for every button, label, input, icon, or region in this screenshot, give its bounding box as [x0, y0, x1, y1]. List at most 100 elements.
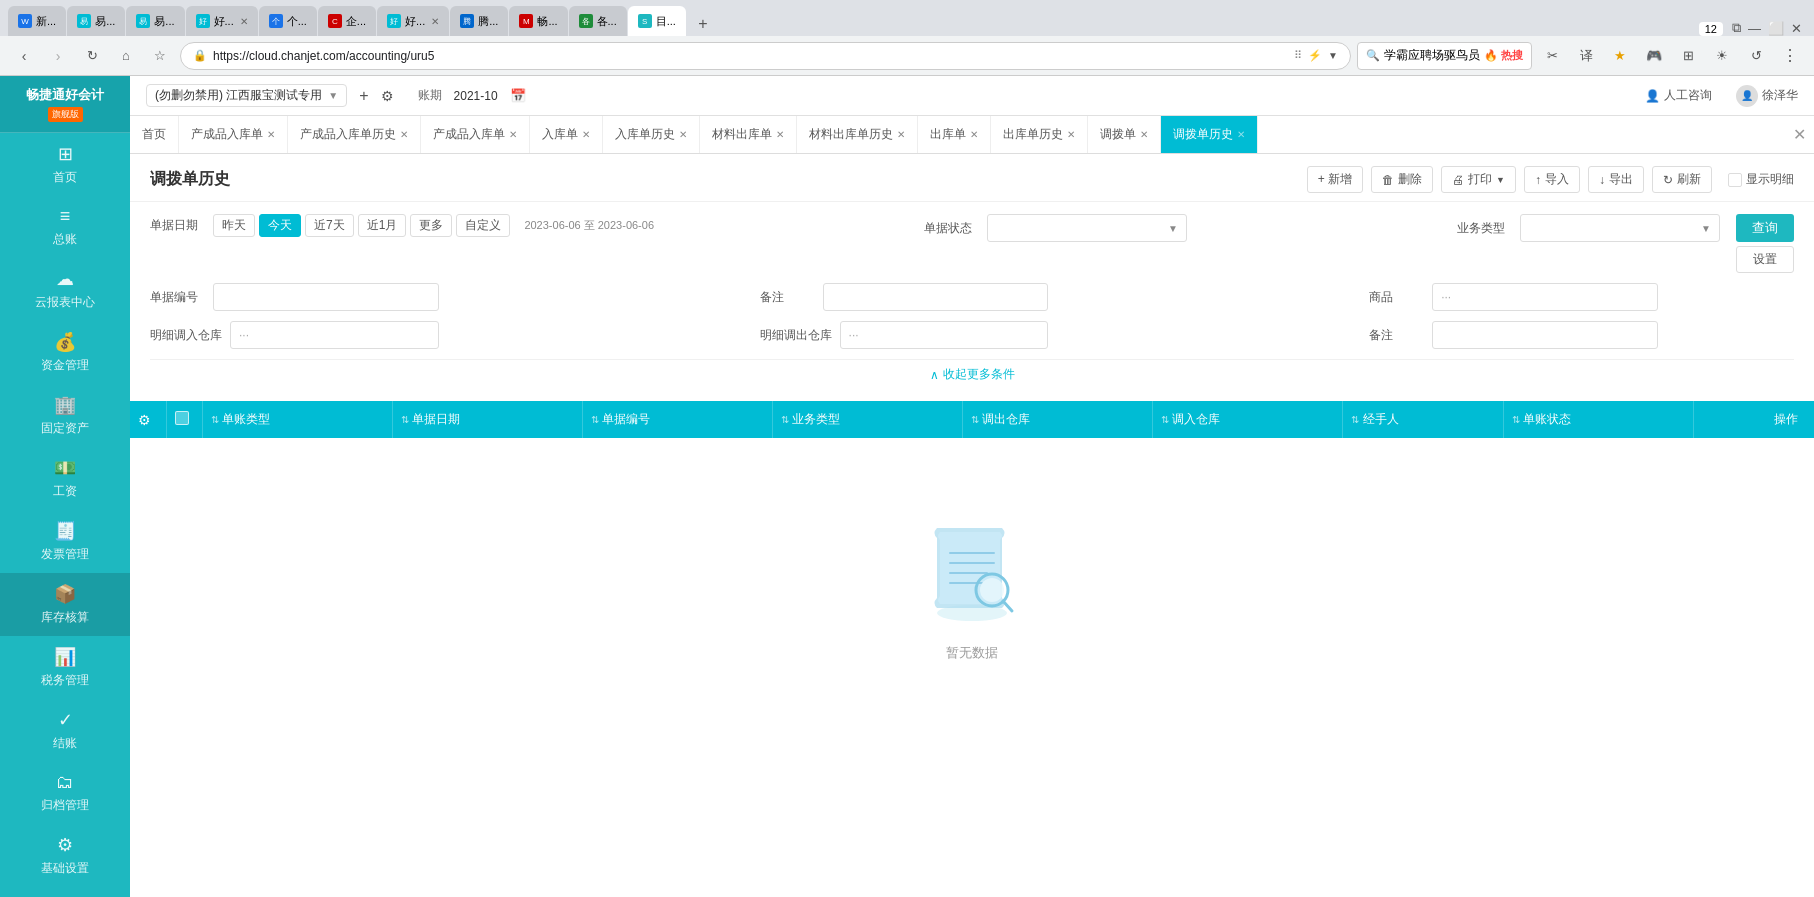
collapse-more-button[interactable]: ∧ 收起更多条件	[150, 359, 1794, 389]
browser-tab-5[interactable]: 个 个...	[259, 6, 317, 36]
tab-close-4[interactable]: ✕	[240, 16, 248, 27]
sidebar-item-payroll[interactable]: 💵 工资	[0, 447, 130, 510]
goods-select[interactable]: ···	[1432, 283, 1658, 311]
calendar-icon[interactable]: 📅	[510, 88, 526, 103]
settings-btn-filter[interactable]: 设置	[1736, 246, 1794, 273]
browser-tab-4[interactable]: 好 好... ✕	[186, 6, 258, 36]
sidebar-item-funds[interactable]: 💰 资金管理	[0, 321, 130, 384]
detail-in-select[interactable]: ···	[230, 321, 439, 349]
remark2-input[interactable]	[1432, 321, 1658, 349]
add-company-button[interactable]: +	[359, 87, 368, 105]
tab-close-product-history[interactable]: ✕	[400, 129, 408, 140]
browser-tab-3[interactable]: 易 易...	[126, 6, 184, 36]
page-tab-outbound-history[interactable]: 出库单历史 ✕	[991, 116, 1088, 154]
page-tab-inbound-history[interactable]: 入库单历史 ✕	[603, 116, 700, 154]
browser-tab-11[interactable]: S 目...	[628, 6, 686, 36]
nav-bookmark-button[interactable]: ☆	[146, 42, 174, 70]
tab-close-inbound-history[interactable]: ✕	[679, 129, 687, 140]
tab-close-product-2[interactable]: ✕	[509, 129, 517, 140]
window-restore-icon[interactable]: ⧉	[1732, 20, 1741, 36]
window-maximize-icon[interactable]: ⬜	[1768, 21, 1784, 36]
new-tab-button[interactable]: +	[691, 12, 715, 36]
extension-icon-2[interactable]: 🎮	[1640, 42, 1668, 70]
browser-tab-9[interactable]: M 畅...	[509, 6, 567, 36]
menu-icon[interactable]: ⋮	[1776, 42, 1804, 70]
th-transfer-out[interactable]: ⇅ 调出仓库	[963, 401, 1153, 438]
window-close-icon[interactable]: ✕	[1791, 21, 1802, 36]
browser-tab-2[interactable]: 易 易...	[67, 6, 125, 36]
new-button[interactable]: + 新增	[1307, 166, 1363, 193]
th-transfer-in[interactable]: ⇅ 调入仓库	[1153, 401, 1343, 438]
nav-back-button[interactable]: ‹	[10, 42, 38, 70]
translate-icon[interactable]: 译	[1572, 42, 1600, 70]
th-bill-no[interactable]: ⇅ 单据编号	[582, 401, 772, 438]
billno-input[interactable]	[213, 283, 439, 311]
browser-tab-7[interactable]: 好 好... ✕	[377, 6, 449, 36]
page-tab-transfer-history[interactable]: 调拨单历史 ✕	[1161, 116, 1258, 154]
close-all-tabs-button[interactable]: ✕	[1785, 125, 1814, 144]
tab-close-material-out-history[interactable]: ✕	[897, 129, 905, 140]
page-tab-product-inbound-history[interactable]: 产成品入库单历史 ✕	[288, 116, 421, 154]
tab-close-product-inbound[interactable]: ✕	[267, 129, 275, 140]
last1month-button[interactable]: 近1月	[358, 214, 407, 237]
sidebar-item-guide[interactable]: 🎓 新手引导	[0, 887, 130, 897]
nav-forward-button[interactable]: ›	[44, 42, 72, 70]
th-settings[interactable]: ⚙	[130, 401, 166, 438]
remark-input[interactable]	[823, 283, 1049, 311]
browser-tab-6[interactable]: C 企...	[318, 6, 376, 36]
user-avatar[interactable]: 👤 徐泽华	[1736, 85, 1798, 107]
delete-button[interactable]: 🗑 删除	[1371, 166, 1433, 193]
sidebar-item-settings[interactable]: ⚙ 基础设置	[0, 824, 130, 887]
tab-close-transfer[interactable]: ✕	[1140, 129, 1148, 140]
scissors-icon[interactable]: ✂	[1538, 42, 1566, 70]
sidebar-item-inventory[interactable]: 📦 库存核算	[0, 573, 130, 636]
tab-close-outbound-history[interactable]: ✕	[1067, 129, 1075, 140]
th-bill-status[interactable]: ⇅ 单账状态	[1503, 401, 1693, 438]
refresh-button[interactable]: ↻ 刷新	[1652, 166, 1712, 193]
nav-home-button[interactable]: ⌂	[112, 42, 140, 70]
page-tab-inbound[interactable]: 入库单 ✕	[530, 116, 603, 154]
page-tab-product-inbound[interactable]: 产成品入库单 ✕	[179, 116, 288, 154]
yesterday-button[interactable]: 昨天	[213, 214, 255, 237]
extension-icon-1[interactable]: ★	[1606, 42, 1634, 70]
th-handler[interactable]: ⇅ 经手人	[1343, 401, 1503, 438]
sidebar-item-close-account[interactable]: ✓ 结账	[0, 699, 130, 762]
print-button[interactable]: 🖨 打印 ▼	[1441, 166, 1516, 193]
tab-close-transfer-history[interactable]: ✕	[1237, 129, 1245, 140]
sidebar-item-ledger[interactable]: ≡ 总账	[0, 196, 130, 258]
undo-icon[interactable]: ↺	[1742, 42, 1770, 70]
detail-out-select[interactable]: ···	[840, 321, 1049, 349]
dropdown-arrow-icon[interactable]: ▼	[1328, 50, 1338, 61]
page-tab-transfer[interactable]: 调拨单 ✕	[1088, 116, 1161, 154]
import-button[interactable]: ↑ 导入	[1524, 166, 1580, 193]
settings-gear-icon-table[interactable]: ⚙	[138, 412, 151, 428]
settings-gear-icon[interactable]: ⚙	[381, 88, 394, 104]
page-tab-home[interactable]: 首页	[130, 116, 179, 154]
more-button[interactable]: 更多	[410, 214, 452, 237]
biztype-select[interactable]: ▼	[1520, 214, 1720, 242]
sidebar-item-home[interactable]: ⊞ 首页	[0, 133, 130, 196]
browser-tab-1[interactable]: W 新...	[8, 6, 66, 36]
status-select[interactable]: ▼	[987, 214, 1187, 242]
tab-close-outbound[interactable]: ✕	[970, 129, 978, 140]
page-tab-product-inbound-2[interactable]: 产成品入库单 ✕	[421, 116, 530, 154]
browser-tab-10[interactable]: 各 各...	[569, 6, 627, 36]
header-checkbox[interactable]	[175, 411, 189, 425]
sidebar-item-cloud-report[interactable]: ☁ 云报表中心	[0, 258, 130, 321]
grid-icon[interactable]: ⊞	[1674, 42, 1702, 70]
search-box[interactable]: 🔍 学霸应聘场驱鸟员 🔥 热搜	[1357, 42, 1532, 70]
sidebar-item-invoice[interactable]: 🧾 发票管理	[0, 510, 130, 573]
window-minimize-icon[interactable]: —	[1748, 21, 1761, 36]
sidebar-item-fixed-assets[interactable]: 🏢 固定资产	[0, 384, 130, 447]
brightness-icon[interactable]: ☀	[1708, 42, 1736, 70]
tab-close-material-out[interactable]: ✕	[776, 129, 784, 140]
custom-button[interactable]: 自定义	[456, 214, 510, 237]
checkbox-display[interactable]	[1728, 173, 1742, 187]
sidebar-item-archive[interactable]: 🗂 归档管理	[0, 762, 130, 824]
page-tab-material-outbound-history[interactable]: 材料出库单历史 ✕	[797, 116, 918, 154]
lightning-icon[interactable]: ⚡	[1308, 49, 1322, 62]
site-info-icon[interactable]: ⠿	[1294, 49, 1302, 62]
address-bar[interactable]: 🔒 https://cloud.chanjet.com/accounting/u…	[180, 42, 1351, 70]
query-button[interactable]: 查询	[1736, 214, 1794, 242]
customer-service[interactable]: 👤 人工咨询	[1645, 87, 1712, 104]
